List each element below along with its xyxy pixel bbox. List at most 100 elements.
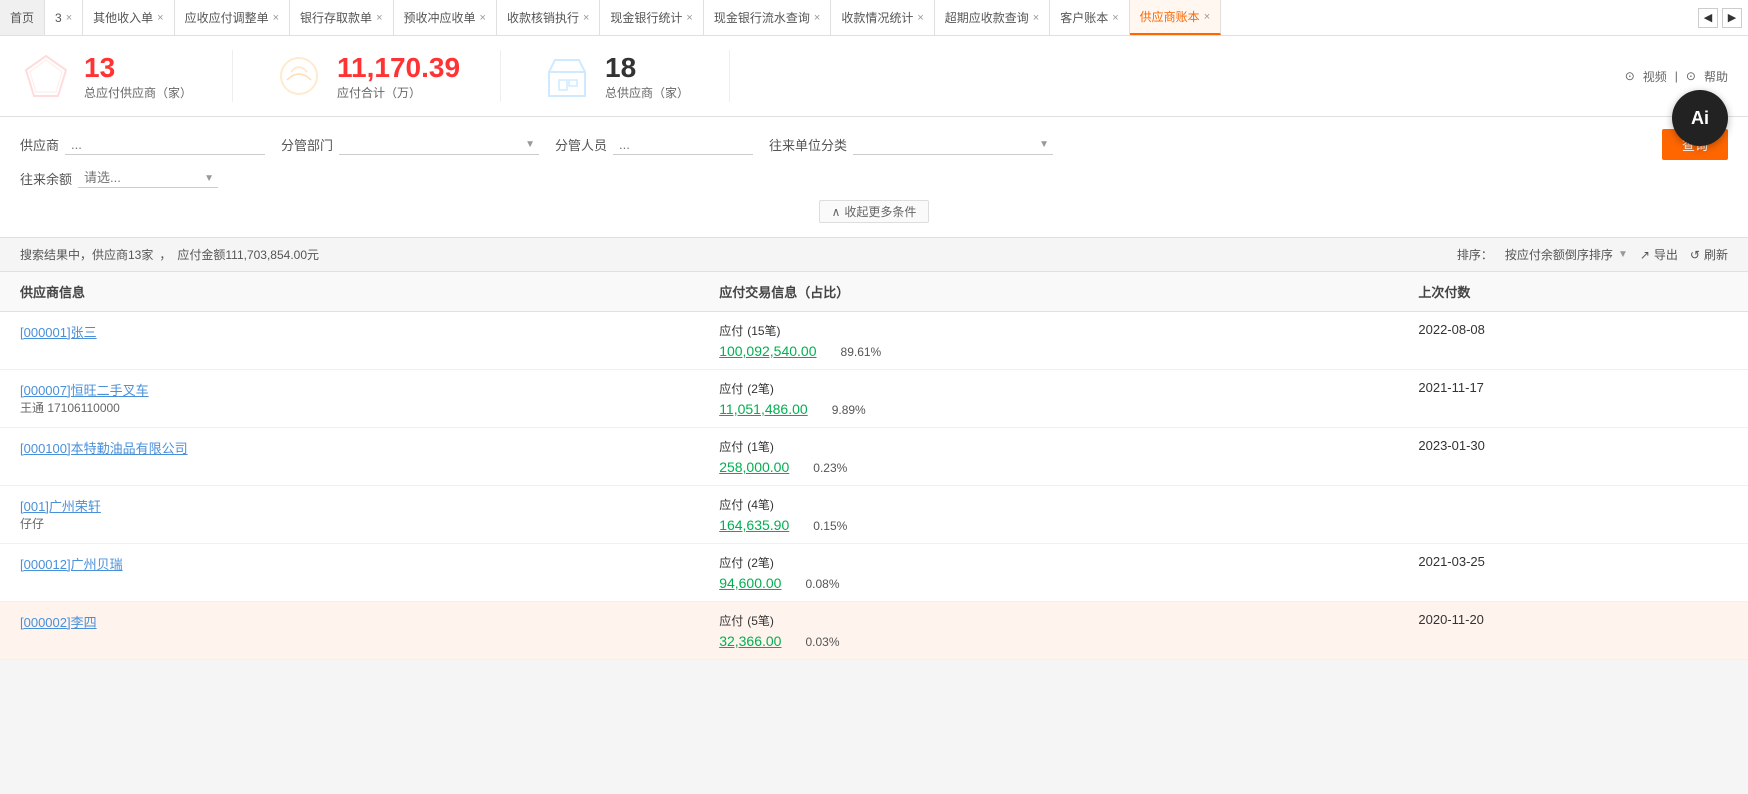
filter-select-dept-wrapper: ▼ bbox=[339, 135, 539, 155]
nav-tab-prepay-ar-label: 预收冲应收单 bbox=[404, 9, 476, 26]
tx-amount-2[interactable]: 258,000.00 bbox=[719, 459, 789, 475]
nav-tab-cash-bank-query-close[interactable]: × bbox=[814, 12, 820, 24]
stat-block-payable-total: 11,170.39 应付合计（万） bbox=[273, 50, 501, 102]
stat-icon-diamond bbox=[20, 50, 72, 102]
last-payment-date-1: 2021-11-17 bbox=[1418, 380, 1484, 395]
filter-input-category[interactable] bbox=[853, 135, 1053, 155]
nav-tab-other-income[interactable]: 其他收入单 × bbox=[83, 0, 174, 35]
nav-tab-receipt-verify[interactable]: 收款核销执行 × bbox=[497, 0, 600, 35]
nav-tab-supplier-ledger[interactable]: 供应商账本 × bbox=[1130, 0, 1221, 35]
nav-tab-prepay-ar-close[interactable]: × bbox=[480, 12, 486, 24]
nav-tab-receipt-stat[interactable]: 收款情况统计 × bbox=[831, 0, 934, 35]
col-header-last-payment: 上次付数 bbox=[1398, 272, 1748, 312]
filter-input-dept[interactable] bbox=[339, 135, 539, 155]
tx-amount-0[interactable]: 100,092,540.00 bbox=[719, 343, 816, 359]
ai-button[interactable]: Ai bbox=[1672, 90, 1728, 146]
tx-percent-0: 89.61% bbox=[841, 345, 882, 359]
collapse-bar: ∧ 收起更多条件 bbox=[20, 196, 1728, 229]
filter-label-dept: 分管部门 bbox=[281, 135, 333, 154]
nav-left-arrow[interactable]: ◀ bbox=[1698, 8, 1718, 28]
nav-tab-ar-ap-adjust[interactable]: 应收应付调整单 × bbox=[175, 0, 290, 35]
stat-text-suppliers-payable: 13 总应付供应商（家） bbox=[84, 51, 192, 102]
stat-icon-shop bbox=[541, 50, 593, 102]
supplier-subinfo-3: 仔仔 bbox=[20, 515, 679, 532]
tx-amount-4[interactable]: 94,600.00 bbox=[719, 575, 781, 591]
nav-tab-3-close[interactable]: × bbox=[66, 12, 72, 24]
tx-amount-1[interactable]: 11,051,486.00 bbox=[719, 401, 808, 417]
nav-tab-cash-bank-stat-close[interactable]: × bbox=[686, 12, 692, 24]
video-link[interactable]: 视频 bbox=[1643, 68, 1667, 85]
tx-count-5: (5笔) bbox=[747, 612, 774, 629]
supplier-link-4[interactable]: [000012]广州贝瑞 bbox=[20, 554, 679, 573]
tx-count-0: (15笔) bbox=[747, 322, 780, 339]
supplier-link-2[interactable]: [000100]本特勤油品有限公司 bbox=[20, 438, 679, 457]
tx-percent-4: 0.08% bbox=[805, 577, 839, 591]
supplier-cell-3: [001]广州荣轩 仔仔 bbox=[0, 486, 699, 544]
tx-cell-4: 应付 (2笔) 94,600.00 0.08% bbox=[699, 544, 1398, 602]
tx-cell-5: 应付 (5笔) 32,366.00 0.03% bbox=[699, 602, 1398, 660]
supplier-cell-1: [000007]恒旺二手叉车 王通 17106110000 bbox=[0, 370, 699, 428]
nav-tab-bank-deposit[interactable]: 银行存取款单 × bbox=[290, 0, 393, 35]
nav-tab-prepay-ar[interactable]: 预收冲应收单 × bbox=[394, 0, 497, 35]
nav-tab-customer-ledger-close[interactable]: × bbox=[1112, 12, 1118, 24]
nav-tab-cash-bank-query-label: 现金银行流水查询 bbox=[714, 9, 810, 26]
help-link[interactable]: 帮助 bbox=[1704, 68, 1728, 85]
separator: | bbox=[1675, 69, 1678, 83]
filter-input-balance[interactable] bbox=[78, 168, 218, 188]
filter-input-supplier[interactable] bbox=[65, 135, 265, 155]
nav-tab-receipt-verify-label: 收款核销执行 bbox=[507, 9, 579, 26]
nav-tab-customer-ledger[interactable]: 客户账本 × bbox=[1050, 0, 1129, 35]
filter-row-2: 往来余额 ▼ bbox=[20, 168, 1728, 188]
table-row: [000002]李四 应付 (5笔) 32,366.00 0.03% bbox=[0, 602, 1748, 660]
nav-tab-other-income-close[interactable]: × bbox=[157, 12, 163, 24]
nav-tab-cash-bank-query[interactable]: 现金银行流水查询 × bbox=[704, 0, 831, 35]
nav-tab-bank-deposit-close[interactable]: × bbox=[376, 12, 382, 24]
nav-tab-cash-bank-stat[interactable]: 现金银行统计 × bbox=[600, 0, 703, 35]
tx-cell-1: 应付 (2笔) 11,051,486.00 9.89% bbox=[699, 370, 1398, 428]
sort-select[interactable]: 按应付余额倒序排序 bbox=[1505, 248, 1628, 262]
nav-tab-ar-ap-adjust-close[interactable]: × bbox=[273, 12, 279, 24]
collapse-label: 收起更多条件 bbox=[844, 203, 916, 220]
supplier-subinfo-1: 王通 17106110000 bbox=[20, 399, 679, 416]
tx-label-0: 应付 bbox=[719, 322, 743, 339]
nav-right-arrow[interactable]: ▶ bbox=[1722, 8, 1742, 28]
table-row: [000001]张三 应付 (15笔) 100,092,540.00 89.61… bbox=[0, 312, 1748, 370]
nav-tab-3[interactable]: 3 × bbox=[45, 0, 83, 35]
filter-item-supplier: 供应商 bbox=[20, 135, 265, 155]
supplier-id-4: [000012]广州贝瑞 bbox=[20, 557, 123, 572]
nav-tab-supplier-ledger-close[interactable]: × bbox=[1204, 11, 1210, 23]
last-payment-cell-0: 2022-08-08 bbox=[1398, 312, 1748, 370]
last-payment-date-4: 2021-03-25 bbox=[1418, 554, 1485, 569]
tx-cell-0: 应付 (15笔) 100,092,540.00 89.61% bbox=[699, 312, 1398, 370]
tx-count-1: (2笔) bbox=[747, 380, 774, 397]
collapse-icon: ∧ bbox=[832, 205, 841, 219]
nav-tab-overdue-ar[interactable]: 超期应收款查询 × bbox=[935, 0, 1050, 35]
sort-select-wrapper: 按应付余额倒序排序 ▼ bbox=[1505, 248, 1628, 262]
tx-label-4: 应付 bbox=[719, 554, 743, 571]
collapse-button[interactable]: ∧ 收起更多条件 bbox=[819, 200, 930, 223]
nav-tab-3-label: 3 bbox=[55, 11, 62, 25]
tx-amount-5[interactable]: 32,366.00 bbox=[719, 633, 781, 649]
supplier-link-0[interactable]: [000001]张三 bbox=[20, 322, 679, 341]
supplier-link-5[interactable]: [000002]李四 bbox=[20, 612, 679, 631]
table-wrapper: 供应商信息 应付交易信息（占比） 上次付数 [000001]张三 应付 bbox=[0, 272, 1748, 660]
filter-input-person[interactable] bbox=[613, 135, 753, 155]
stat-text-payable-total: 11,170.39 应付合计（万） bbox=[337, 51, 460, 102]
refresh-button[interactable]: ↺ 刷新 bbox=[1690, 246, 1728, 263]
supplier-id-0: [000001]张三 bbox=[20, 325, 97, 340]
stats-bar: 13 总应付供应商（家） 11,170.39 应付合计（万） bbox=[0, 36, 1748, 117]
supplier-link-3[interactable]: [001]广州荣轩 bbox=[20, 496, 679, 515]
nav-tab-receipt-verify-close[interactable]: × bbox=[583, 12, 589, 24]
tx-amount-3[interactable]: 164,635.90 bbox=[719, 517, 789, 533]
supplier-id-3: [001]广州荣轩 bbox=[20, 499, 101, 514]
supplier-link-1[interactable]: [000007]恒旺二手叉车 bbox=[20, 380, 679, 399]
nav-tab-home[interactable]: 首页 bbox=[0, 0, 45, 35]
filter-label-person: 分管人员 bbox=[555, 135, 607, 154]
result-text-1: 搜索结果中，供应商13家 bbox=[20, 246, 153, 263]
col-header-supplier: 供应商信息 bbox=[0, 272, 699, 312]
export-button[interactable]: ↗ 导出 bbox=[1640, 246, 1678, 263]
nav-tab-overdue-ar-close[interactable]: × bbox=[1033, 12, 1039, 24]
last-payment-cell-5: 2020-11-20 bbox=[1398, 602, 1748, 660]
stat-label-suppliers-payable: 总应付供应商（家） bbox=[84, 84, 192, 101]
nav-tab-receipt-stat-close[interactable]: × bbox=[917, 12, 923, 24]
